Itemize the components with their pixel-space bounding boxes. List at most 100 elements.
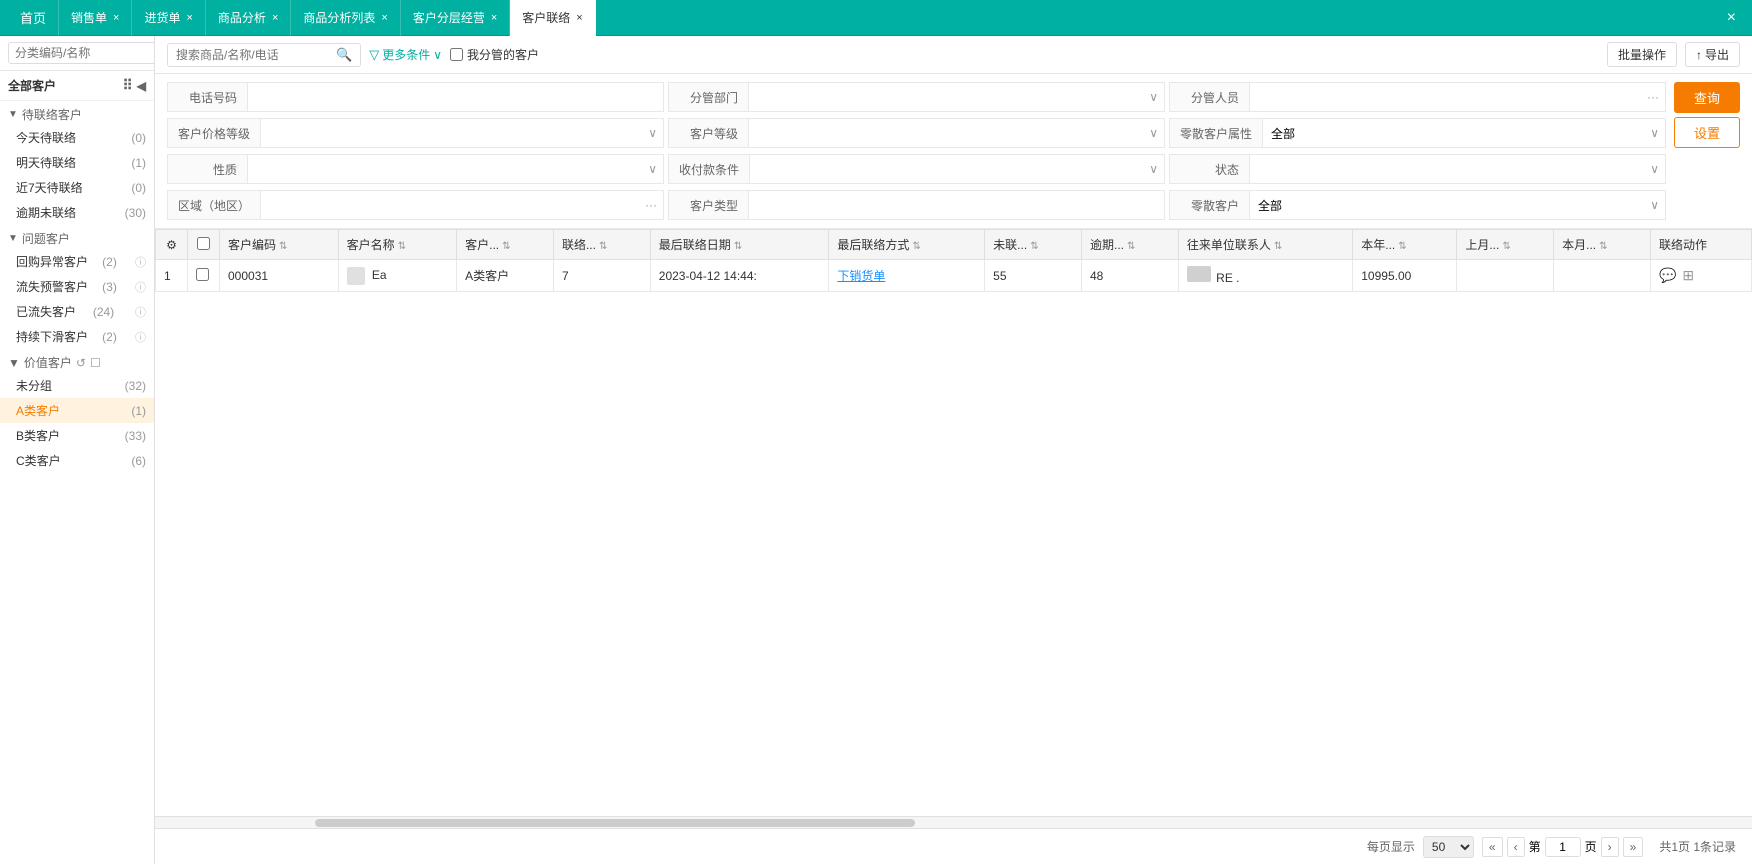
sidebar-item-unclassified[interactable]: 未分组 (32) [0,373,154,398]
name-sort-icon[interactable]: ⇅ [398,241,406,252]
nav-tab-analysis-list[interactable]: 商品分析列表 × [291,0,400,36]
last-month-sort-icon[interactable]: ⇅ [1502,241,1510,252]
sidebar-item-a-class[interactable]: A类客户 (1) [0,398,154,423]
value-refresh-icon[interactable]: ↺ [76,356,86,370]
not-contacted-sort-icon[interactable]: ⇅ [1030,241,1038,252]
close-purchase-tab[interactable]: × [186,12,192,24]
page-input[interactable] [1545,837,1581,857]
status-input[interactable] [1250,162,1644,176]
region-dots-icon[interactable]: ··· [639,198,663,212]
last-way-link[interactable]: 下销货单 [837,269,885,283]
scrollbar-thumb[interactable] [315,819,915,827]
last-date-sort-icon[interactable]: ⇅ [734,241,742,252]
filter-search-input[interactable] [176,48,336,62]
sidebar-item-churned[interactable]: 已流失客户 (24) ⓘ [0,299,154,324]
nature-arrow[interactable]: ∨ [642,162,663,176]
retail-customer-arrow[interactable]: ∨ [1644,198,1665,212]
my-customers-checkbox[interactable] [450,48,463,61]
close-sales-tab[interactable]: × [113,12,119,24]
setup-button[interactable]: 设置 [1674,117,1740,148]
dept-input[interactable] [749,90,1143,104]
batch-operation-btn[interactable]: 批量操作 [1607,42,1677,67]
last-way-sort-icon[interactable]: ⇅ [912,241,920,252]
window-close-button[interactable]: × [1719,9,1744,27]
retail-attr-arrow[interactable]: ∨ [1644,126,1665,140]
overdue-sort-icon[interactable]: ⇅ [1127,241,1135,252]
first-page-btn[interactable]: « [1482,837,1503,857]
this-year-sort-icon[interactable]: ⇅ [1398,241,1406,252]
nav-home[interactable]: 首页 [8,0,59,36]
qr-icon[interactable]: ⊞ [1682,267,1694,284]
all-customers-header[interactable]: 全部客户 ⠿ ◀ [0,71,154,101]
retail-customer-input[interactable] [1250,198,1644,212]
sidebar-item-b-class[interactable]: B类客户 (33) [0,423,154,448]
chat-icon[interactable]: 💬 [1659,267,1676,284]
nav-tab-sales[interactable]: 销售单 × [59,0,132,36]
export-btn[interactable]: ↑ 导出 [1685,42,1740,67]
sidebar-item-today[interactable]: 今天待联络 (0) [0,125,154,150]
th-last-month-label: 上月... [1465,238,1499,252]
sidebar-item-week[interactable]: 近7天待联络 (0) [0,175,154,200]
retail-attr-input[interactable] [1263,126,1644,140]
price-grade-arrow[interactable]: ∨ [642,126,663,140]
sidebar-item-churn-warning[interactable]: 流失预警客户 (3) ⓘ [0,274,154,299]
manager-dots-icon[interactable]: ··· [1641,90,1665,104]
customer-type-input[interactable] [749,198,1164,212]
phone-input[interactable] [248,90,663,104]
prev-page-btn[interactable]: ‹ [1507,837,1525,857]
sidebar-item-repurchase[interactable]: 回购异常客户 (2) ⓘ [0,249,154,274]
close-analysis-tab[interactable]: × [272,12,278,24]
filter-search-icon[interactable]: 🔍 [336,47,352,63]
customer-grade-input[interactable] [749,126,1143,140]
nav-tab-customer-contact[interactable]: 客户联络 × [510,0,595,36]
unclassified-label: 未分组 [16,377,52,394]
dept-dropdown-icon[interactable]: ∨ [1143,90,1164,104]
sidebar-dots-icon[interactable]: ⠿ [123,77,133,94]
sidebar-item-overdue[interactable]: 逾期未联络 (30) [0,200,154,225]
customer-type-sort-icon[interactable]: ⇅ [502,241,510,252]
nav-tab-analysis[interactable]: 商品分析 × [206,0,291,36]
payment-input[interactable] [750,162,1143,176]
region-input[interactable] [261,198,639,212]
problem-customers-group[interactable]: ▼ 问题客户 [0,225,154,249]
value-add-icon[interactable]: ☐ [90,356,101,370]
this-month-sort-icon[interactable]: ⇅ [1599,241,1607,252]
sidebar-item-c-class[interactable]: C类客户 (6) [0,448,154,473]
code-sort-icon[interactable]: ⇅ [279,241,287,252]
more-filters-btn[interactable]: ▽ 更多条件 ∨ [369,46,442,63]
contact-sort-icon[interactable]: ⇅ [599,241,607,252]
sidebar-search-input[interactable] [8,42,155,64]
th-settings[interactable]: ⚙ [156,230,188,260]
nav-tab-purchase[interactable]: 进货单 × [132,0,205,36]
sidebar-collapse-icon[interactable]: ◀ [137,79,146,93]
sidebar-item-tomorrow[interactable]: 明天待联络 (1) [0,150,154,175]
next-page-btn[interactable]: › [1601,837,1619,857]
sidebar-item-declining[interactable]: 持续下滑客户 (2) ⓘ [0,324,154,349]
customer-grade-arrow[interactable]: ∨ [1143,126,1164,140]
close-analysis-list-tab[interactable]: × [381,12,387,24]
tomorrow-count: (1) [131,156,146,170]
contacts-sort-icon[interactable]: ⇅ [1274,241,1282,252]
top-navigation: 首页 销售单 × 进货单 × 商品分析 × 商品分析列表 × 客户分层经营 × … [0,0,1752,36]
row-code: 000031 [220,260,339,292]
sidebar-search-area: 🔍 [0,36,154,71]
value-customers-group[interactable]: ▼ 价值客户 ↺ ☐ [0,349,154,373]
nav-tab-customer-mgmt[interactable]: 客户分层经营 × [401,0,510,36]
status-arrow[interactable]: ∨ [1644,162,1665,176]
row-checkbox[interactable] [196,268,209,281]
customer-grade-field: 客户等级 ∨ [668,118,1165,148]
pending-contact-group[interactable]: ▼ 待联络客户 [0,101,154,125]
last-page-btn[interactable]: » [1623,837,1644,857]
close-customer-contact-tab[interactable]: × [576,12,582,24]
all-customers-label: 全部客户 [8,77,56,94]
manager-input[interactable] [1250,90,1641,104]
select-all-checkbox[interactable] [197,237,210,250]
query-button[interactable]: 查询 [1674,82,1740,113]
horizontal-scrollbar[interactable] [155,816,1752,828]
region-label: 区域（地区） [168,191,261,219]
close-customer-mgmt-tab[interactable]: × [491,12,497,24]
per-page-select[interactable]: 50 100 200 [1423,836,1474,858]
payment-arrow[interactable]: ∨ [1143,162,1164,176]
nature-input[interactable] [248,162,642,176]
price-grade-input[interactable] [261,126,642,140]
